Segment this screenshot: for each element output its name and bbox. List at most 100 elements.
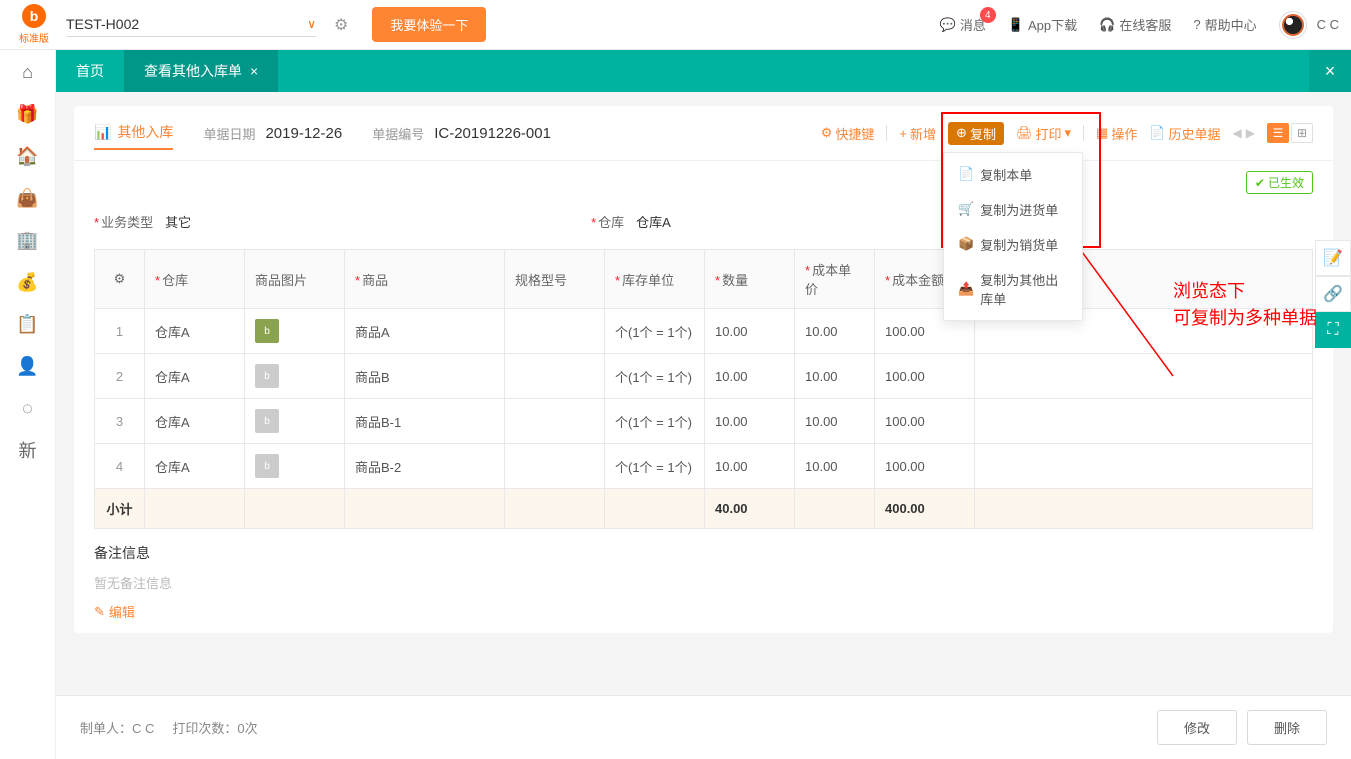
company-name: TEST-H002 bbox=[66, 16, 307, 32]
loading-icon[interactable]: ◌ bbox=[18, 398, 38, 418]
messages-link[interactable]: 💬 消息 4 bbox=[940, 15, 986, 34]
building-icon[interactable]: 🏢 bbox=[18, 230, 38, 250]
row-settings-header[interactable]: ⚙ bbox=[95, 250, 145, 309]
sales-icon: 📦 bbox=[958, 236, 974, 252]
view-list[interactable]: ☰ bbox=[1267, 123, 1289, 143]
biz-type-value: 其它 bbox=[165, 212, 191, 231]
cell-qty: 10.00 bbox=[705, 444, 795, 489]
prev-arrow[interactable]: ◀ bbox=[1233, 126, 1242, 140]
logo[interactable]: b 标准版 bbox=[12, 4, 56, 45]
new-button[interactable]: + 新增 bbox=[899, 124, 936, 143]
copy-button[interactable]: ⊕ 复制 bbox=[948, 122, 1004, 145]
cell-price: 10.00 bbox=[795, 309, 875, 354]
house-icon[interactable]: 🏠 bbox=[18, 146, 38, 166]
trial-button[interactable]: 我要体验一下 bbox=[372, 7, 486, 42]
operate-button[interactable]: ▦ 操作 bbox=[1096, 124, 1137, 143]
doc-no-value: IC-20191226-001 bbox=[434, 125, 551, 142]
money-icon[interactable]: 💰 bbox=[18, 272, 38, 292]
table-row[interactable]: 1 仓库A b 商品A 个(1个 = 1个) 10.00 10.00 100.0… bbox=[95, 309, 1313, 354]
table-row[interactable]: 4 仓库A b 商品B-2 个(1个 = 1个) 10.00 10.00 100… bbox=[95, 444, 1313, 489]
creator-info: 制单人：C C bbox=[80, 718, 154, 737]
product-image-icon: b bbox=[255, 364, 279, 388]
home-icon[interactable]: ⌂ bbox=[18, 62, 38, 82]
cell-available bbox=[975, 444, 1313, 489]
cell-price: 10.00 bbox=[795, 354, 875, 399]
new-icon[interactable]: 新 bbox=[18, 440, 38, 460]
product-image-icon: b bbox=[255, 319, 279, 343]
row-number: 1 bbox=[95, 309, 145, 354]
check-icon: ✔ bbox=[1255, 176, 1265, 190]
tab-current[interactable]: 查看其他入库单 × bbox=[124, 50, 278, 92]
history-button[interactable]: 📄 历史单据 bbox=[1149, 124, 1220, 143]
col-spec: 规格型号 bbox=[505, 250, 605, 309]
print-count-info: 打印次数：0次 bbox=[172, 718, 257, 737]
row-number: 2 bbox=[95, 354, 145, 399]
tab-home[interactable]: 首页 bbox=[56, 50, 124, 92]
edit-remarks-link[interactable]: ✎ 编辑 bbox=[94, 602, 1313, 621]
document-card: 📊 其他入库 单据日期 2019-12-26 单据编号 IC-20191226-… bbox=[74, 106, 1333, 633]
user-menu[interactable]: C C bbox=[1279, 11, 1339, 39]
cell-product: 商品A bbox=[345, 309, 505, 354]
app-download-link[interactable]: 📱 App下载 bbox=[1008, 15, 1077, 34]
copy-icon: ⊕ bbox=[956, 125, 967, 141]
profile-icon[interactable]: 👤 bbox=[18, 356, 38, 376]
clipboard-icon[interactable]: 📋 bbox=[18, 314, 38, 334]
cell-price: 10.00 bbox=[795, 399, 875, 444]
cell-warehouse: 仓库A bbox=[145, 309, 245, 354]
date-value: 2019-12-26 bbox=[265, 125, 342, 142]
settings-icon[interactable]: ⚙ bbox=[334, 15, 348, 35]
row-number: 4 bbox=[95, 444, 145, 489]
next-arrow[interactable]: ▶ bbox=[1246, 126, 1255, 140]
right-sidebar: 📝 🔗 ⛶ bbox=[1315, 240, 1351, 348]
cell-amount: 100.00 bbox=[875, 399, 975, 444]
cell-product: 商品B-2 bbox=[345, 444, 505, 489]
col-product: *商品 bbox=[345, 250, 505, 309]
cell-qty: 10.00 bbox=[705, 354, 795, 399]
link-icon[interactable]: 🔗 bbox=[1315, 276, 1351, 312]
left-sidebar: ⌂ 🎁 🏠 👜 🏢 💰 📋 👤 ◌ 新 bbox=[0, 50, 56, 759]
doc-no-label: 单据编号 bbox=[372, 124, 424, 143]
subtotal-qty: 40.00 bbox=[705, 489, 795, 529]
cell-price: 10.00 bbox=[795, 444, 875, 489]
gift-icon[interactable]: 🎁 bbox=[18, 104, 38, 124]
card-tab-other-inbound[interactable]: 📊 其他入库 bbox=[94, 116, 173, 150]
out-icon: 📤 bbox=[958, 281, 974, 297]
cell-spec bbox=[505, 309, 605, 354]
table-row[interactable]: 2 仓库A b 商品B 个(1个 = 1个) 10.00 10.00 100.0… bbox=[95, 354, 1313, 399]
cell-warehouse: 仓库A bbox=[145, 444, 245, 489]
expand-icon[interactable]: ⛶ bbox=[1315, 312, 1351, 348]
note-icon[interactable]: 📝 bbox=[1315, 240, 1351, 276]
dropdown-copy-sales[interactable]: 📦 复制为销货单 bbox=[944, 227, 1082, 262]
cell-product: 商品B bbox=[345, 354, 505, 399]
grid-icon: ▦ bbox=[1096, 125, 1108, 141]
help-center-link[interactable]: ? 帮助中心 bbox=[1193, 15, 1256, 34]
dropdown-copy-other-out[interactable]: 📤 复制为其他出库单 bbox=[944, 262, 1082, 316]
phone-icon: 📱 bbox=[1008, 17, 1024, 33]
doc-icon: 📄 bbox=[958, 166, 974, 182]
table-row[interactable]: 3 仓库A b 商品B-1 个(1个 = 1个) 10.00 10.00 100… bbox=[95, 399, 1313, 444]
cell-unit: 个(1个 = 1个) bbox=[605, 444, 705, 489]
close-all-tabs[interactable]: × bbox=[1309, 50, 1351, 92]
modify-button[interactable]: 修改 bbox=[1157, 710, 1237, 745]
delete-button[interactable]: 删除 bbox=[1247, 710, 1327, 745]
logo-icon: b bbox=[22, 4, 46, 28]
view-grid[interactable]: ⊞ bbox=[1291, 123, 1313, 143]
dropdown-copy-purchase[interactable]: 🛒 复制为进货单 bbox=[944, 192, 1082, 227]
gear-icon: ⚙ bbox=[821, 125, 833, 141]
print-button[interactable]: 🖨 打印 ▾ bbox=[1016, 124, 1071, 143]
product-image-icon: b bbox=[255, 454, 279, 478]
help-icon: ? bbox=[1193, 17, 1200, 32]
cell-image: b bbox=[245, 354, 345, 399]
online-service-link[interactable]: 🎧 在线客服 bbox=[1099, 15, 1171, 34]
bag-icon[interactable]: 👜 bbox=[18, 188, 38, 208]
company-selector[interactable]: TEST-H002 ∨ bbox=[66, 12, 316, 37]
data-table: ⚙ *仓库 商品图片 *商品 规格型号 *库存单位 *数量 *成本单价 *成本金… bbox=[94, 249, 1313, 529]
copy-dropdown: 📄 复制本单 🛒 复制为进货单 📦 复制为销货单 bbox=[943, 152, 1083, 321]
tab-close-icon[interactable]: × bbox=[250, 63, 258, 79]
subtotal-row: 小计 40.00 400.00 bbox=[95, 489, 1313, 529]
dropdown-copy-this[interactable]: 📄 复制本单 bbox=[944, 157, 1082, 192]
cart-icon: 🛒 bbox=[958, 201, 974, 217]
history-icon: 📄 bbox=[1149, 125, 1165, 141]
col-cost-price: *成本单价 bbox=[795, 250, 875, 309]
shortcut-link[interactable]: ⚙ 快捷键 bbox=[821, 124, 875, 143]
